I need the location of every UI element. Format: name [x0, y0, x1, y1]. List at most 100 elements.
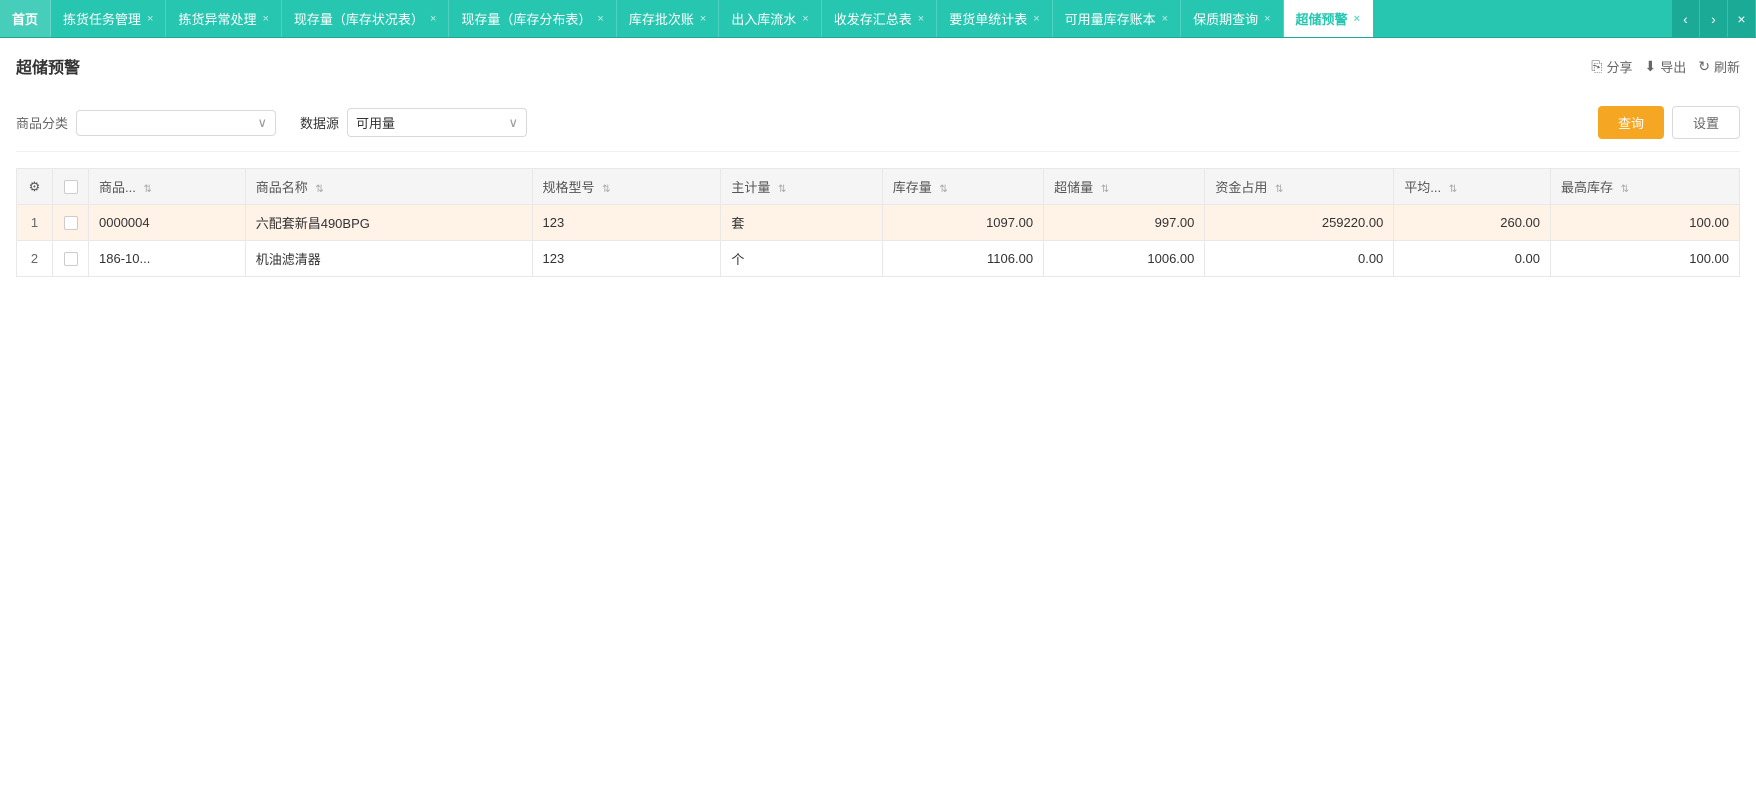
table-row: 2 186-10... 机油滤清器 123 个 1106.00 1006.00 …: [17, 241, 1740, 277]
nav-label-expiry-query: 保质期查询: [1193, 9, 1258, 28]
datasource-select[interactable]: 可用量 ∨: [347, 108, 527, 137]
th-avg[interactable]: 平均... ⇅: [1394, 169, 1551, 205]
th-avg-label: 平均...: [1404, 180, 1441, 195]
nav-label-batch-account: 库存批次账: [629, 9, 694, 28]
nav-close-inventory-dist[interactable]: ×: [597, 13, 603, 25]
nav-label-inventory-status: 现存量（库存状况表）: [294, 9, 424, 28]
th-product-name[interactable]: 商品名称 ⇅: [245, 169, 532, 205]
sort-icon-unit: ⇅: [778, 184, 786, 195]
nav-label-inout-flow: 出入库流水: [731, 9, 796, 28]
nav-close-available-ledger[interactable]: ×: [1162, 13, 1168, 25]
nav-close-inventory-status[interactable]: ×: [430, 13, 436, 25]
th-max-stock[interactable]: 最高库存 ⇅: [1551, 169, 1740, 205]
refresh-button[interactable]: ↻ 刷新: [1698, 57, 1740, 76]
nav-arrow-more[interactable]: ×: [1728, 0, 1756, 37]
nav-item-order-stats[interactable]: 要货单统计表 ×: [937, 0, 1052, 37]
nav-item-available-ledger[interactable]: 可用量库存账本 ×: [1053, 0, 1181, 37]
header-actions: ⎘ 分享 ⬇ 导出 ↻ 刷新: [1591, 57, 1740, 76]
share-label: 分享: [1606, 57, 1632, 76]
share-button[interactable]: ⎘ 分享: [1591, 57, 1632, 76]
cell-unit-0: 套: [721, 205, 882, 241]
cell-checkbox-0[interactable]: [53, 205, 89, 241]
cell-stock-1: 1106.00: [882, 241, 1043, 277]
sort-icon-product-name: ⇅: [315, 184, 323, 195]
nav-item-pick-task[interactable]: 拣货任务管理 ×: [51, 0, 166, 37]
nav-label-overstock-alert: 超储预警: [1296, 9, 1348, 28]
category-label: 商品分类: [16, 113, 68, 132]
cell-overstock-0: 997.00: [1044, 205, 1205, 241]
nav-label-inventory-dist: 现存量（库存分布表）: [461, 9, 591, 28]
nav-item-inventory-dist[interactable]: 现存量（库存分布表） ×: [449, 0, 616, 37]
nav-item-home[interactable]: 首页: [0, 0, 51, 37]
category-dropdown-icon: ∨: [258, 115, 268, 131]
refresh-icon: ↻: [1698, 58, 1710, 75]
nav-label-available-ledger: 可用量库存账本: [1065, 9, 1156, 28]
th-gear[interactable]: ⚙: [17, 169, 53, 205]
cell-num-0: 1: [17, 205, 53, 241]
filter-actions: 查询 设置: [1598, 106, 1740, 139]
th-unit-label: 主计量: [731, 180, 770, 195]
th-product-code[interactable]: 商品... ⇅: [89, 169, 246, 205]
cell-checkbox-1[interactable]: [53, 241, 89, 277]
row-checkbox-1[interactable]: [64, 252, 78, 266]
page-title: 超储预警: [16, 54, 80, 78]
nav-close-expiry-query[interactable]: ×: [1264, 13, 1270, 25]
nav-arrow-left[interactable]: ‹: [1672, 0, 1700, 37]
nav-close-pick-task[interactable]: ×: [147, 13, 153, 25]
table-row: 1 0000004 六配套新昌490BPG 123 套 1097.00 997.…: [17, 205, 1740, 241]
th-capital[interactable]: 资金占用 ⇅: [1205, 169, 1394, 205]
cell-max-stock-0: 100.00: [1551, 205, 1740, 241]
th-stock-label: 库存量: [893, 180, 932, 195]
th-checkbox[interactable]: [53, 169, 89, 205]
cell-product-code-1: 186-10...: [89, 241, 246, 277]
query-button[interactable]: 查询: [1598, 106, 1664, 139]
nav-item-batch-account[interactable]: 库存批次账 ×: [617, 0, 719, 37]
sort-icon-spec: ⇅: [602, 184, 610, 195]
nav-item-summary[interactable]: 收发存汇总表 ×: [822, 0, 937, 37]
nav-item-inventory-status[interactable]: 现存量（库存状况表） ×: [282, 0, 449, 37]
nav-close-inout-flow[interactable]: ×: [802, 13, 808, 25]
nav-item-pick-exception[interactable]: 拣货异常处理 ×: [166, 0, 281, 37]
cell-avg-1: 0.00: [1394, 241, 1551, 277]
refresh-label: 刷新: [1714, 57, 1740, 76]
filter-category: 商品分类 ∨: [16, 110, 276, 136]
page-content: 超储预警 ⎘ 分享 ⬇ 导出 ↻ 刷新 商品分类 ∨ 数据源: [0, 38, 1756, 800]
th-overstock[interactable]: 超储量 ⇅: [1044, 169, 1205, 205]
nav-close-batch-account[interactable]: ×: [700, 13, 706, 25]
th-stock[interactable]: 库存量 ⇅: [882, 169, 1043, 205]
th-product-code-label: 商品...: [99, 180, 136, 195]
cell-spec-1: 123: [532, 241, 721, 277]
th-spec[interactable]: 规格型号 ⇅: [532, 169, 721, 205]
nav-arrow-right[interactable]: ›: [1700, 0, 1728, 37]
nav-close-order-stats[interactable]: ×: [1033, 13, 1039, 25]
nav-label-pick-exception: 拣货异常处理: [178, 9, 256, 28]
row-checkbox-0[interactable]: [64, 216, 78, 230]
share-icon: ⎘: [1591, 58, 1602, 75]
sort-icon-product-code: ⇅: [143, 184, 151, 195]
sort-icon-overstock: ⇅: [1101, 184, 1109, 195]
cell-num-1: 2: [17, 241, 53, 277]
nav-item-overstock-alert[interactable]: 超储预警 ×: [1284, 0, 1373, 37]
nav-item-expiry-query[interactable]: 保质期查询 ×: [1181, 0, 1283, 37]
export-icon: ⬇: [1645, 58, 1657, 75]
th-unit[interactable]: 主计量 ⇅: [721, 169, 882, 205]
nav-close-overstock-alert[interactable]: ×: [1354, 13, 1360, 25]
nav-label-order-stats: 要货单统计表: [949, 9, 1027, 28]
cell-product-code-0: 0000004: [89, 205, 246, 241]
category-select[interactable]: ∨: [76, 110, 276, 136]
header-checkbox[interactable]: [64, 180, 78, 194]
th-product-name-label: 商品名称: [256, 180, 308, 195]
cell-capital-1: 0.00: [1205, 241, 1394, 277]
table-header-row: ⚙ 商品... ⇅ 商品名称 ⇅ 规格型号 ⇅: [17, 169, 1740, 205]
nav-close-pick-exception[interactable]: ×: [262, 13, 268, 25]
filter-datasource: 数据源 可用量 ∨: [300, 108, 527, 137]
nav-item-inout-flow[interactable]: 出入库流水 ×: [719, 0, 821, 37]
th-spec-label: 规格型号: [543, 180, 595, 195]
datasource-select-value: 可用量: [356, 113, 395, 132]
datasource-label: 数据源: [300, 113, 339, 132]
nav-close-summary[interactable]: ×: [918, 13, 924, 25]
settings-button[interactable]: 设置: [1672, 106, 1740, 139]
nav-arrows: ‹ › ×: [1672, 0, 1756, 37]
export-button[interactable]: ⬇ 导出: [1645, 57, 1687, 76]
sort-icon-avg: ⇅: [1449, 184, 1457, 195]
